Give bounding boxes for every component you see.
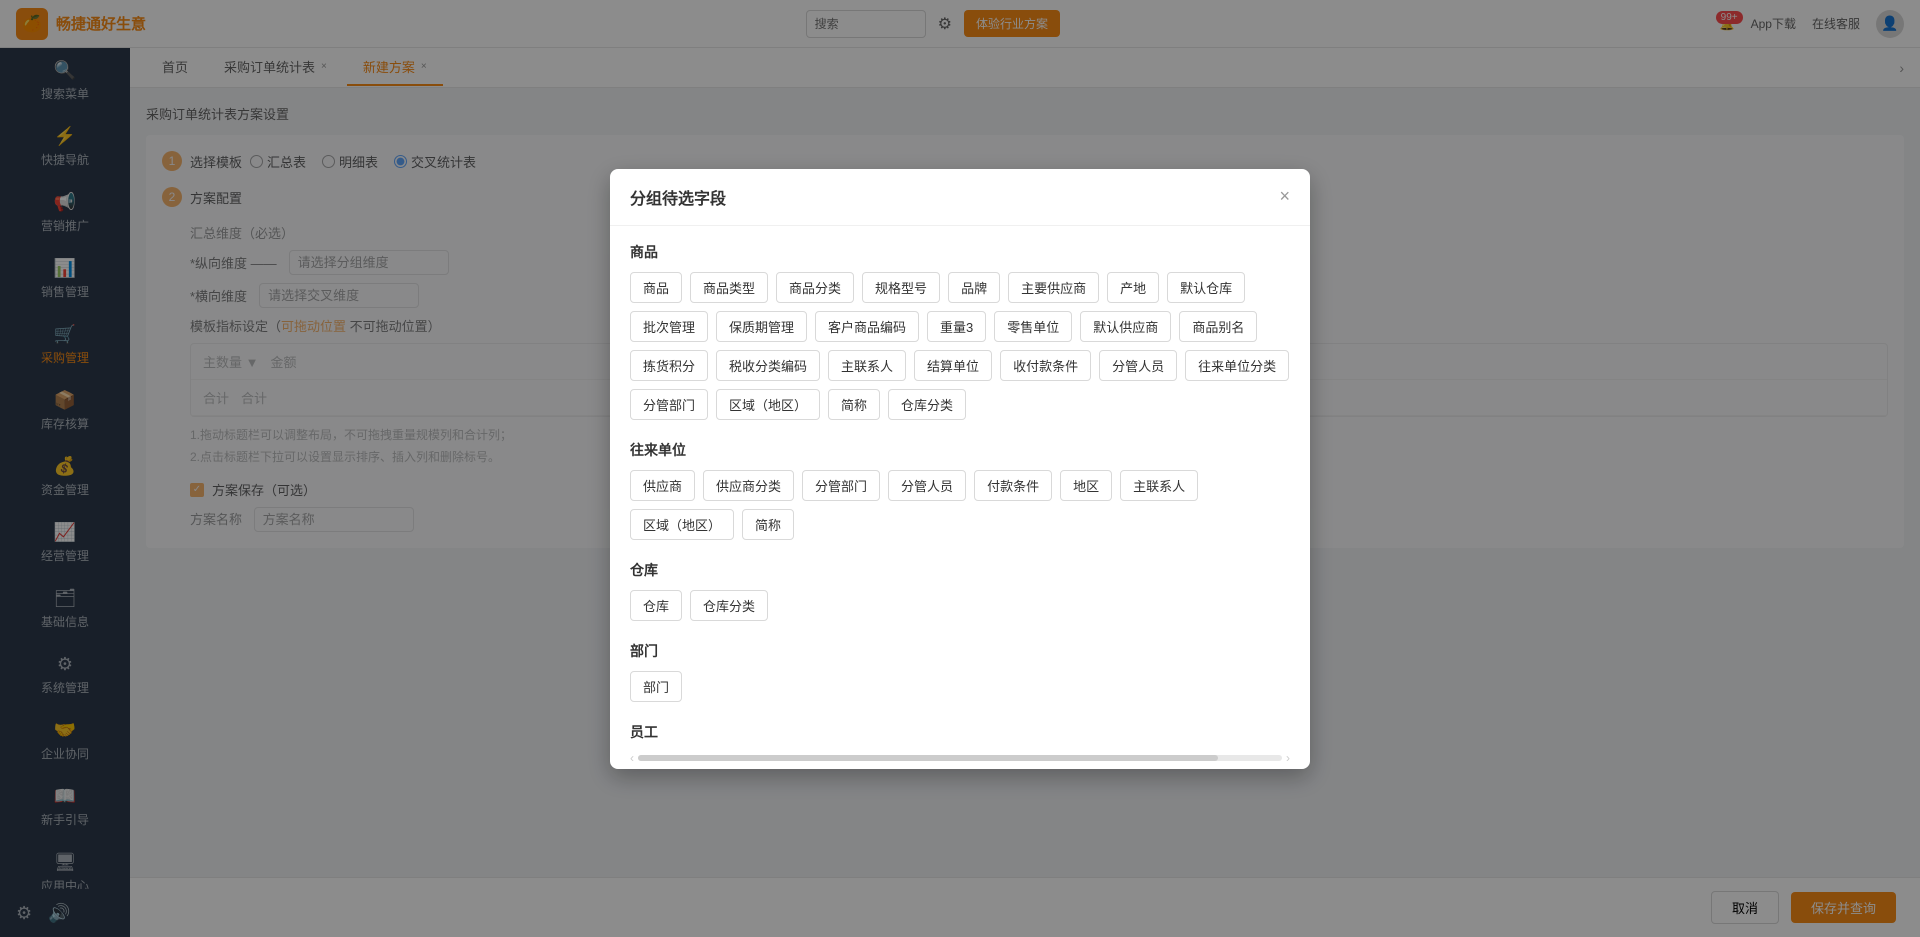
modal-close-button[interactable]: × <box>1279 186 1290 207</box>
field-group-goods: 商品 商品 商品类型 商品分类 规格型号 品牌 主要供应商 产地 默认仓库 批次… <box>630 242 1290 420</box>
field-tag[interactable]: 商品 <box>630 272 682 303</box>
field-group-warehouse-title: 仓库 <box>630 560 1290 580</box>
field-tag[interactable]: 批次管理 <box>630 311 708 342</box>
field-tag[interactable]: 区域（地区） <box>630 509 734 540</box>
field-tag[interactable]: 产地 <box>1107 272 1159 303</box>
field-tag[interactable]: 主联系人 <box>828 350 906 381</box>
field-group-dept: 部门 部门 <box>630 641 1290 702</box>
field-tag[interactable]: 分管人员 <box>1099 350 1177 381</box>
modal-overlay: 分组待选字段 × 商品 商品 商品类型 商品分类 规格型号 品牌 主要供应商 产… <box>0 0 1920 937</box>
field-tag[interactable]: 拣货积分 <box>630 350 708 381</box>
field-tag[interactable]: 供应商 <box>630 470 695 501</box>
field-tag[interactable]: 往来单位分类 <box>1185 350 1289 381</box>
modal-title: 分组待选字段 <box>630 185 726 209</box>
field-tag[interactable]: 重量3 <box>927 311 986 342</box>
field-tag[interactable]: 主要供应商 <box>1008 272 1099 303</box>
field-group-employee-title: 员工 <box>630 722 1290 742</box>
field-group-dept-title: 部门 <box>630 641 1290 661</box>
field-tag[interactable]: 默认仓库 <box>1167 272 1245 303</box>
field-tag[interactable]: 商品别名 <box>1179 311 1257 342</box>
field-tag[interactable]: 地区 <box>1060 470 1112 501</box>
field-tags-goods: 商品 商品类型 商品分类 规格型号 品牌 主要供应商 产地 默认仓库 批次管理 … <box>630 272 1290 420</box>
field-tag[interactable]: 默认供应商 <box>1080 311 1171 342</box>
field-tag[interactable]: 税收分类编码 <box>716 350 820 381</box>
field-tag[interactable]: 主联系人 <box>1120 470 1198 501</box>
field-tag[interactable]: 结算单位 <box>914 350 992 381</box>
scroll-left-arrow[interactable]: ‹ <box>630 751 634 765</box>
field-tag[interactable]: 分管部门 <box>630 389 708 420</box>
field-tag[interactable]: 品牌 <box>948 272 1000 303</box>
field-tag[interactable]: 仓库分类 <box>888 389 966 420</box>
modal-hscroll-area: ‹ › <box>610 749 1310 769</box>
field-tag[interactable]: 收付款条件 <box>1000 350 1091 381</box>
modal-header: 分组待选字段 × <box>610 169 1310 226</box>
modal-body: 商品 商品 商品类型 商品分类 规格型号 品牌 主要供应商 产地 默认仓库 批次… <box>610 226 1310 749</box>
field-group-employee: 员工 业务员 <box>630 722 1290 749</box>
field-tag[interactable]: 简称 <box>742 509 794 540</box>
field-tags-partner: 供应商 供应商分类 分管部门 分管人员 付款条件 地区 主联系人 区域（地区） … <box>630 470 1290 540</box>
field-group-warehouse: 仓库 仓库 仓库分类 <box>630 560 1290 621</box>
field-group-goods-title: 商品 <box>630 242 1290 262</box>
modal-dialog: 分组待选字段 × 商品 商品 商品类型 商品分类 规格型号 品牌 主要供应商 产… <box>610 169 1310 769</box>
field-tag[interactable]: 仓库分类 <box>690 590 768 621</box>
field-tag[interactable]: 付款条件 <box>974 470 1052 501</box>
field-tag[interactable]: 保质期管理 <box>716 311 807 342</box>
field-tags-dept: 部门 <box>630 671 1290 702</box>
field-tag[interactable]: 仓库 <box>630 590 682 621</box>
field-tags-warehouse: 仓库 仓库分类 <box>630 590 1290 621</box>
hscrollbar-thumb[interactable] <box>638 755 1218 761</box>
field-tag[interactable]: 区域（地区） <box>716 389 820 420</box>
field-tag[interactable]: 分管部门 <box>802 470 880 501</box>
field-tag[interactable]: 规格型号 <box>862 272 940 303</box>
scroll-right-arrow[interactable]: › <box>1286 751 1290 765</box>
field-tag[interactable]: 客户商品编码 <box>815 311 919 342</box>
field-tag[interactable]: 供应商分类 <box>703 470 794 501</box>
field-group-partner-title: 往来单位 <box>630 440 1290 460</box>
field-tag[interactable]: 商品分类 <box>776 272 854 303</box>
field-tag[interactable]: 简称 <box>828 389 880 420</box>
hscrollbar-track[interactable] <box>638 755 1282 761</box>
field-tag[interactable]: 商品类型 <box>690 272 768 303</box>
field-tag[interactable]: 部门 <box>630 671 682 702</box>
field-group-partner: 往来单位 供应商 供应商分类 分管部门 分管人员 付款条件 地区 主联系人 区域… <box>630 440 1290 540</box>
field-tag[interactable]: 分管人员 <box>888 470 966 501</box>
field-tag[interactable]: 零售单位 <box>994 311 1072 342</box>
